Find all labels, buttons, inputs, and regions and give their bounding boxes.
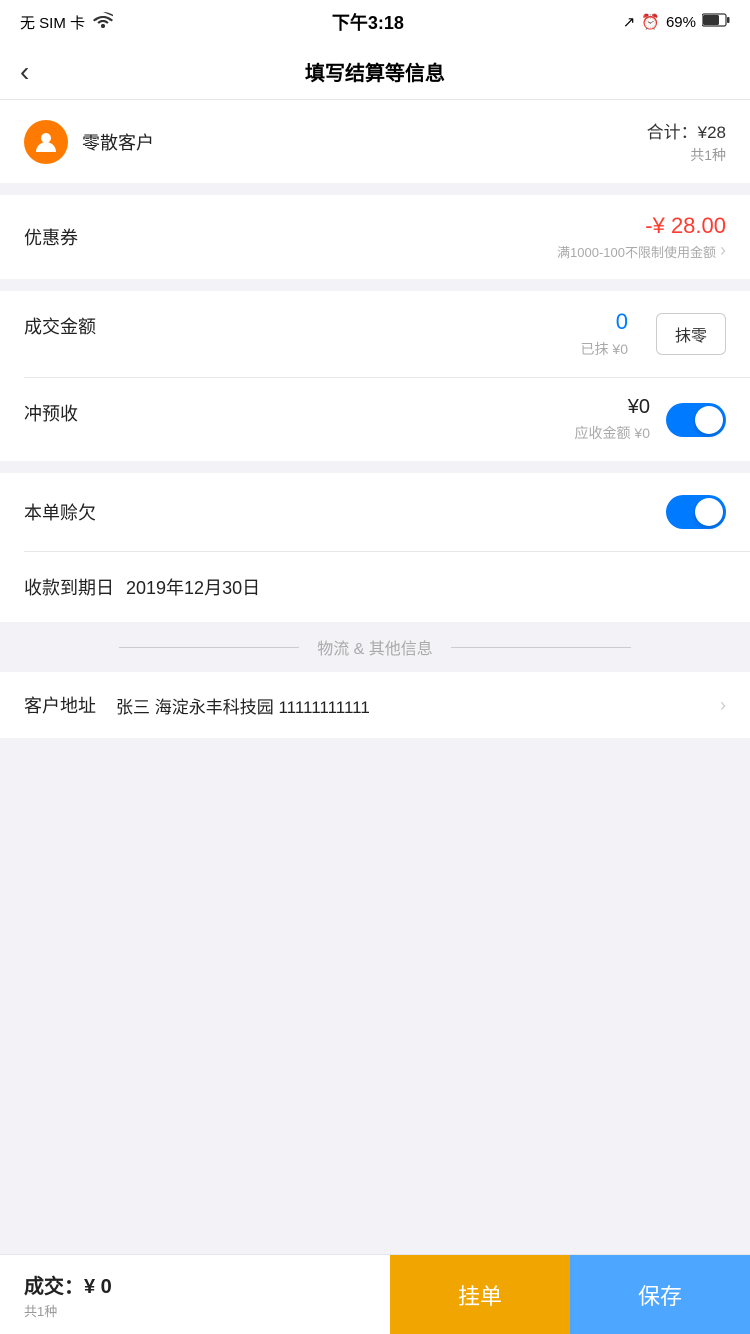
customer-avatar [24,120,68,164]
empty-space [0,738,750,1018]
bottom-info: 成交：¥ 0 共1种 [0,1270,390,1320]
debt-section: 本单赊欠 收款到期日 2019年12月30日 [0,473,750,622]
status-right: ↗ ⏰ 69% [623,13,730,31]
location-icon: ↗ [623,13,636,31]
logistics-divider: 物流 & 其他信息 [0,622,750,672]
coupon-right-col: -¥ 28.00 满1000-100不限制使用金额 › [557,213,726,261]
prepayment-subtext: 应收金额 ¥0 [575,423,650,443]
battery-text: 69% [666,14,696,31]
prepayment-toggle[interactable] [666,403,726,437]
address-row[interactable]: 客户地址 张三 海淀永丰科技园 11111111111 › [0,672,750,738]
bottom-deal-value: ¥ 0 [84,1276,112,1298]
coupon-chevron-icon: › [720,240,726,261]
debt-toggle-knob [695,498,723,526]
section-divider-2 [0,279,750,291]
address-chevron-icon: › [720,695,726,716]
coupon-row[interactable]: 优惠券 -¥ 28.00 满1000-100不限制使用金额 › [0,195,750,279]
customer-count: 共1种 [647,145,726,165]
hold-button[interactable]: 挂单 [390,1255,570,1334]
page-title: 填写结算等信息 [305,57,445,86]
deal-amount-right: 0 已抹 ¥0 [581,309,628,359]
customer-right: 合计：¥28 共1种 [647,118,726,165]
round-zero-button[interactable]: 抹零 [656,313,726,355]
debt-label: 本单赊欠 [24,499,96,525]
deal-amount-value: 0 [581,309,628,335]
coupon-desc: 满1000-100不限制使用金额 [557,242,716,261]
section-divider-1 [0,183,750,195]
status-left: 无 SIM 卡 [20,12,113,33]
logistics-text: 物流 & 其他信息 [317,635,433,659]
debt-row: 本单赊欠 [0,473,750,551]
wifi-icon [93,12,113,32]
due-date-row: 收款到期日 2019年12月30日 [0,552,750,622]
battery-icon [702,13,730,31]
bottom-bar: 成交：¥ 0 共1种 挂单 保存 [0,1254,750,1334]
customer-row: 零散客户 合计：¥28 共1种 [0,100,750,183]
toggle-knob [695,406,723,434]
logistics-line-right [451,647,631,648]
coupon-section[interactable]: 优惠券 -¥ 28.00 满1000-100不限制使用金额 › [0,195,750,279]
customer-info-left: 零散客户 [24,120,154,164]
due-date-value: 2019年12月30日 [126,574,260,600]
prepayment-right: ¥0 应收金额 ¥0 [575,396,650,443]
back-button[interactable]: ‹ [20,56,29,88]
prepayment-row: 冲预收 ¥0 应收金额 ¥0 [0,378,750,461]
bottom-deal-label: 成交： [24,1276,84,1298]
customer-name: 零散客户 [82,129,154,155]
alarm-icon: ⏰ [641,13,660,31]
customer-total: 合计：¥28 [647,118,726,143]
address-value: 张三 海淀永丰科技园 11111111111 [116,693,720,718]
deal-amount-row: 成交金额 0 已抹 ¥0 抹零 [0,291,750,377]
address-section[interactable]: 客户地址 张三 海淀永丰科技园 11111111111 › [0,672,750,738]
status-time: 下午3:18 [332,9,404,35]
save-button[interactable]: 保存 [570,1255,750,1334]
prepayment-value: ¥0 [575,396,650,419]
section-divider-3 [0,461,750,473]
status-bar: 无 SIM 卡 下午3:18 ↗ ⏰ 69% [0,0,750,44]
nav-bar: ‹ 填写结算等信息 [0,44,750,100]
deal-amount-label: 成交金额 [24,309,96,339]
bottom-deal: 成交：¥ 0 [24,1270,366,1299]
due-date-label: 收款到期日 [24,574,114,600]
customer-section: 零散客户 合计：¥28 共1种 [0,100,750,183]
prepayment-label: 冲预收 [24,396,78,426]
deal-amount-section: 成交金额 0 已抹 ¥0 抹零 冲预收 ¥0 应收金额 ¥0 [0,291,750,461]
bottom-count: 共1种 [24,1301,366,1320]
no-sim-text: 无 SIM 卡 [20,12,85,33]
deal-amount-subtext: 已抹 ¥0 [581,339,628,359]
debt-toggle[interactable] [666,495,726,529]
address-label: 客户地址 [24,692,104,718]
coupon-amount: -¥ 28.00 [557,213,726,239]
coupon-label: 优惠券 [24,224,78,250]
logistics-line-left [119,647,299,648]
